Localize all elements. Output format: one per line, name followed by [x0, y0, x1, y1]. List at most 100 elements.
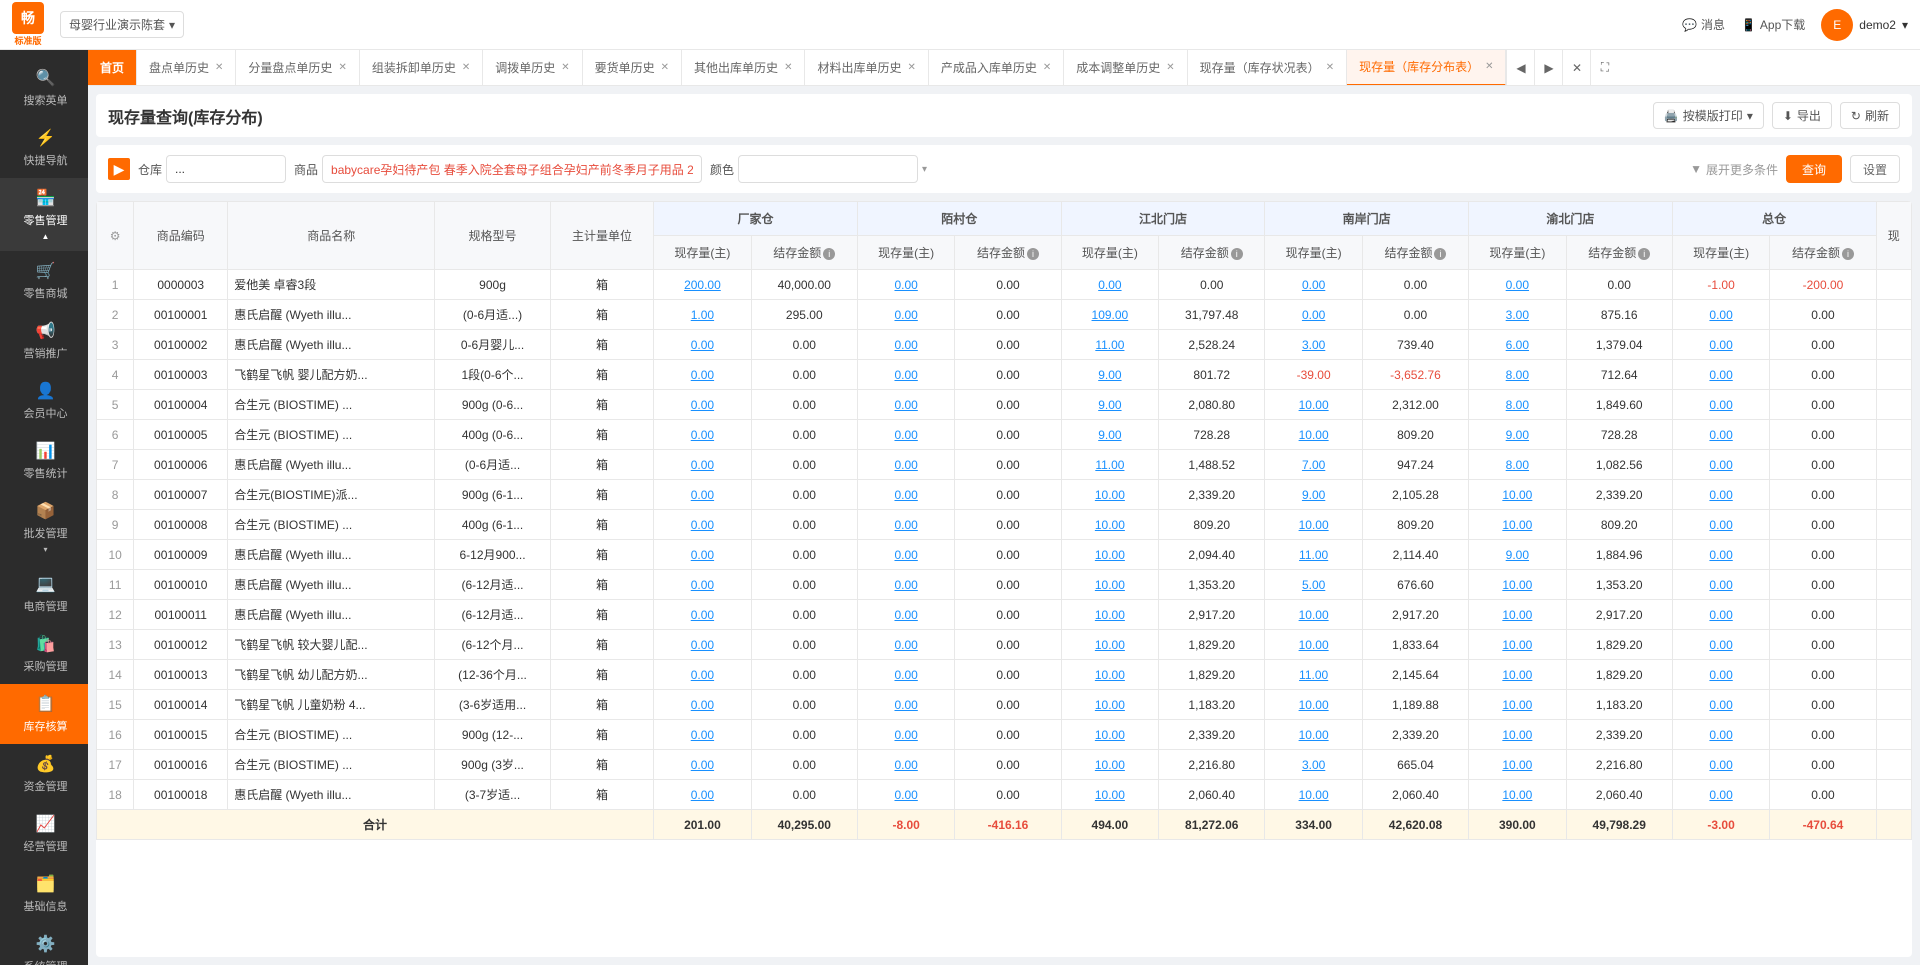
- warehouse-stock[interactable]: 10.00: [1265, 390, 1363, 420]
- warehouse-stock[interactable]: 0.00: [654, 570, 752, 600]
- tab-assembly[interactable]: 组装拆卸单历史 ✕: [360, 50, 483, 86]
- warehouse-stock[interactable]: 10.00: [1265, 780, 1363, 810]
- warehouse-stock[interactable]: 10.00: [1469, 600, 1567, 630]
- warehouse-stock[interactable]: 0.00: [857, 360, 955, 390]
- warehouse-stock[interactable]: 10.00: [1061, 780, 1159, 810]
- warehouse-stock[interactable]: 10.00: [1265, 720, 1363, 750]
- warehouse-stock[interactable]: 0.00: [857, 420, 955, 450]
- tab-next-btn[interactable]: ▶: [1534, 50, 1562, 86]
- warehouse-stock[interactable]: 10.00: [1265, 690, 1363, 720]
- warehouse-stock[interactable]: 3.00: [1265, 330, 1363, 360]
- warehouse-stock[interactable]: 10.00: [1061, 570, 1159, 600]
- tab-inventory-check[interactable]: 盘点单历史 ✕: [137, 50, 236, 86]
- color-input[interactable]: [738, 155, 918, 183]
- tab-other-out[interactable]: 其他出库单历史 ✕: [682, 50, 805, 86]
- warehouse-stock[interactable]: 9.00: [1469, 540, 1567, 570]
- warehouse-stock[interactable]: -39.00: [1265, 360, 1363, 390]
- sidebar-item-shortcut[interactable]: ⚡ 快捷导航: [0, 118, 88, 178]
- sidebar-item-wholesale[interactable]: 📦 批发管理 ▾: [0, 491, 88, 564]
- tab-close-icon[interactable]: ✕: [1485, 61, 1493, 72]
- tab-expand-btn[interactable]: ⛶: [1590, 50, 1618, 86]
- product-input[interactable]: [322, 155, 702, 183]
- warehouse-stock[interactable]: 0.00: [857, 720, 955, 750]
- warehouse-stock[interactable]: 0.00: [1672, 510, 1770, 540]
- warehouse-stock[interactable]: 0.00: [857, 780, 955, 810]
- warehouse-stock[interactable]: 10.00: [1061, 480, 1159, 510]
- app-download-action[interactable]: 📱 App下载: [1741, 16, 1805, 33]
- tab-requisition[interactable]: 要货单历史 ✕: [583, 50, 682, 86]
- tab-close-icon[interactable]: ✕: [1326, 62, 1334, 73]
- warehouse-stock[interactable]: 10.00: [1469, 780, 1567, 810]
- warehouse-stock[interactable]: 10.00: [1265, 510, 1363, 540]
- warehouse-stock[interactable]: 9.00: [1061, 420, 1159, 450]
- warehouse-stock[interactable]: 0.00: [857, 300, 955, 330]
- warehouse-stock[interactable]: 0.00: [1672, 420, 1770, 450]
- warehouse-stock[interactable]: 0.00: [857, 390, 955, 420]
- warehouse-stock[interactable]: 0.00: [857, 540, 955, 570]
- warehouse-stock[interactable]: 0.00: [654, 630, 752, 660]
- tab-material-out[interactable]: 材料出库单历史 ✕: [805, 50, 928, 86]
- tab-branch-check[interactable]: 分量盘点单历史 ✕: [236, 50, 359, 86]
- warehouse-stock[interactable]: 10.00: [1469, 480, 1567, 510]
- warehouse-stock[interactable]: 0.00: [1672, 660, 1770, 690]
- user-area[interactable]: E demo2 ▾: [1821, 9, 1908, 41]
- sidebar-item-marketing[interactable]: 📢 营销推广: [0, 311, 88, 371]
- warehouse-stock[interactable]: 0.00: [654, 450, 752, 480]
- col-settings-header[interactable]: ⚙: [97, 202, 134, 270]
- sidebar-item-search[interactable]: 🔍 搜索英单: [0, 58, 88, 118]
- warehouse-stock[interactable]: 0.00: [654, 420, 752, 450]
- sidebar-item-ecommerce[interactable]: 💻 电商管理: [0, 564, 88, 624]
- warehouse-stock[interactable]: 10.00: [1061, 750, 1159, 780]
- sidebar-item-finance[interactable]: 💰 资金管理: [0, 744, 88, 804]
- warehouse-stock[interactable]: 0.00: [1672, 360, 1770, 390]
- tab-close-all-btn[interactable]: ✕: [1562, 50, 1590, 86]
- warehouse-stock[interactable]: 10.00: [1265, 420, 1363, 450]
- warehouse-stock[interactable]: 10.00: [1061, 630, 1159, 660]
- warehouse-stock[interactable]: 0.00: [654, 330, 752, 360]
- warehouse-stock[interactable]: 0.00: [1672, 480, 1770, 510]
- warehouse-stock[interactable]: 0.00: [857, 510, 955, 540]
- warehouse-stock[interactable]: 10.00: [1265, 600, 1363, 630]
- export-button[interactable]: ⬇ 导出: [1772, 102, 1832, 129]
- warehouse-stock[interactable]: 10.00: [1469, 690, 1567, 720]
- warehouse-stock[interactable]: 10.00: [1469, 630, 1567, 660]
- warehouse-stock[interactable]: 0.00: [1672, 450, 1770, 480]
- warehouse-stock[interactable]: 0.00: [857, 600, 955, 630]
- tab-close-icon[interactable]: ✕: [1166, 62, 1174, 73]
- warehouse-stock[interactable]: 0.00: [1672, 720, 1770, 750]
- warehouse-stock[interactable]: 9.00: [1265, 480, 1363, 510]
- warehouse-stock[interactable]: 0.00: [1672, 300, 1770, 330]
- total-info-icon[interactable]: i: [1842, 248, 1854, 260]
- warehouse-stock[interactable]: 0.00: [654, 540, 752, 570]
- warehouse-stock[interactable]: 0.00: [654, 780, 752, 810]
- warehouse-stock[interactable]: 0.00: [654, 750, 752, 780]
- sidebar-item-operations[interactable]: 📈 经营管理: [0, 804, 88, 864]
- warehouse-stock[interactable]: 3.00: [1265, 750, 1363, 780]
- nanan-info-icon[interactable]: i: [1434, 248, 1446, 260]
- warehouse-stock[interactable]: 6.00: [1469, 330, 1567, 360]
- tab-close-icon[interactable]: ✕: [462, 62, 470, 73]
- filter-expand-button[interactable]: ▶: [108, 158, 130, 180]
- tab-close-icon[interactable]: ✕: [784, 62, 792, 73]
- warehouse-stock[interactable]: 0.00: [1469, 270, 1567, 300]
- sidebar-item-retail-stats[interactable]: 📊 零售统计: [0, 431, 88, 491]
- sidebar-item-inventory[interactable]: 📋 库存核算: [0, 684, 88, 744]
- warehouse-stock[interactable]: 7.00: [1265, 450, 1363, 480]
- warehouse-stock[interactable]: 10.00: [1061, 510, 1159, 540]
- tab-prev-btn[interactable]: ◀: [1506, 50, 1534, 86]
- sidebar-item-retail-mall[interactable]: 🛒 零售商城: [0, 251, 88, 311]
- warehouse-input[interactable]: [166, 155, 286, 183]
- tab-close-icon[interactable]: ✕: [907, 62, 915, 73]
- warehouse-stock[interactable]: 8.00: [1469, 360, 1567, 390]
- warehouse-stock[interactable]: 0.00: [857, 630, 955, 660]
- warehouse-stock[interactable]: 0.00: [857, 750, 955, 780]
- sidebar-item-member[interactable]: 👤 会员中心: [0, 371, 88, 431]
- warehouse-stock[interactable]: 10.00: [1469, 570, 1567, 600]
- yubei-info-icon[interactable]: i: [1638, 248, 1650, 260]
- warehouse-stock[interactable]: 9.00: [1469, 420, 1567, 450]
- print-button[interactable]: 🖨️ 按模版打印 ▾: [1653, 102, 1764, 129]
- industry-selector[interactable]: 母婴行业演示陈套 ▾: [60, 11, 184, 38]
- warehouse-stock[interactable]: 0.00: [857, 570, 955, 600]
- setting-button[interactable]: 设置: [1850, 155, 1900, 183]
- warehouse-stock[interactable]: 10.00: [1469, 660, 1567, 690]
